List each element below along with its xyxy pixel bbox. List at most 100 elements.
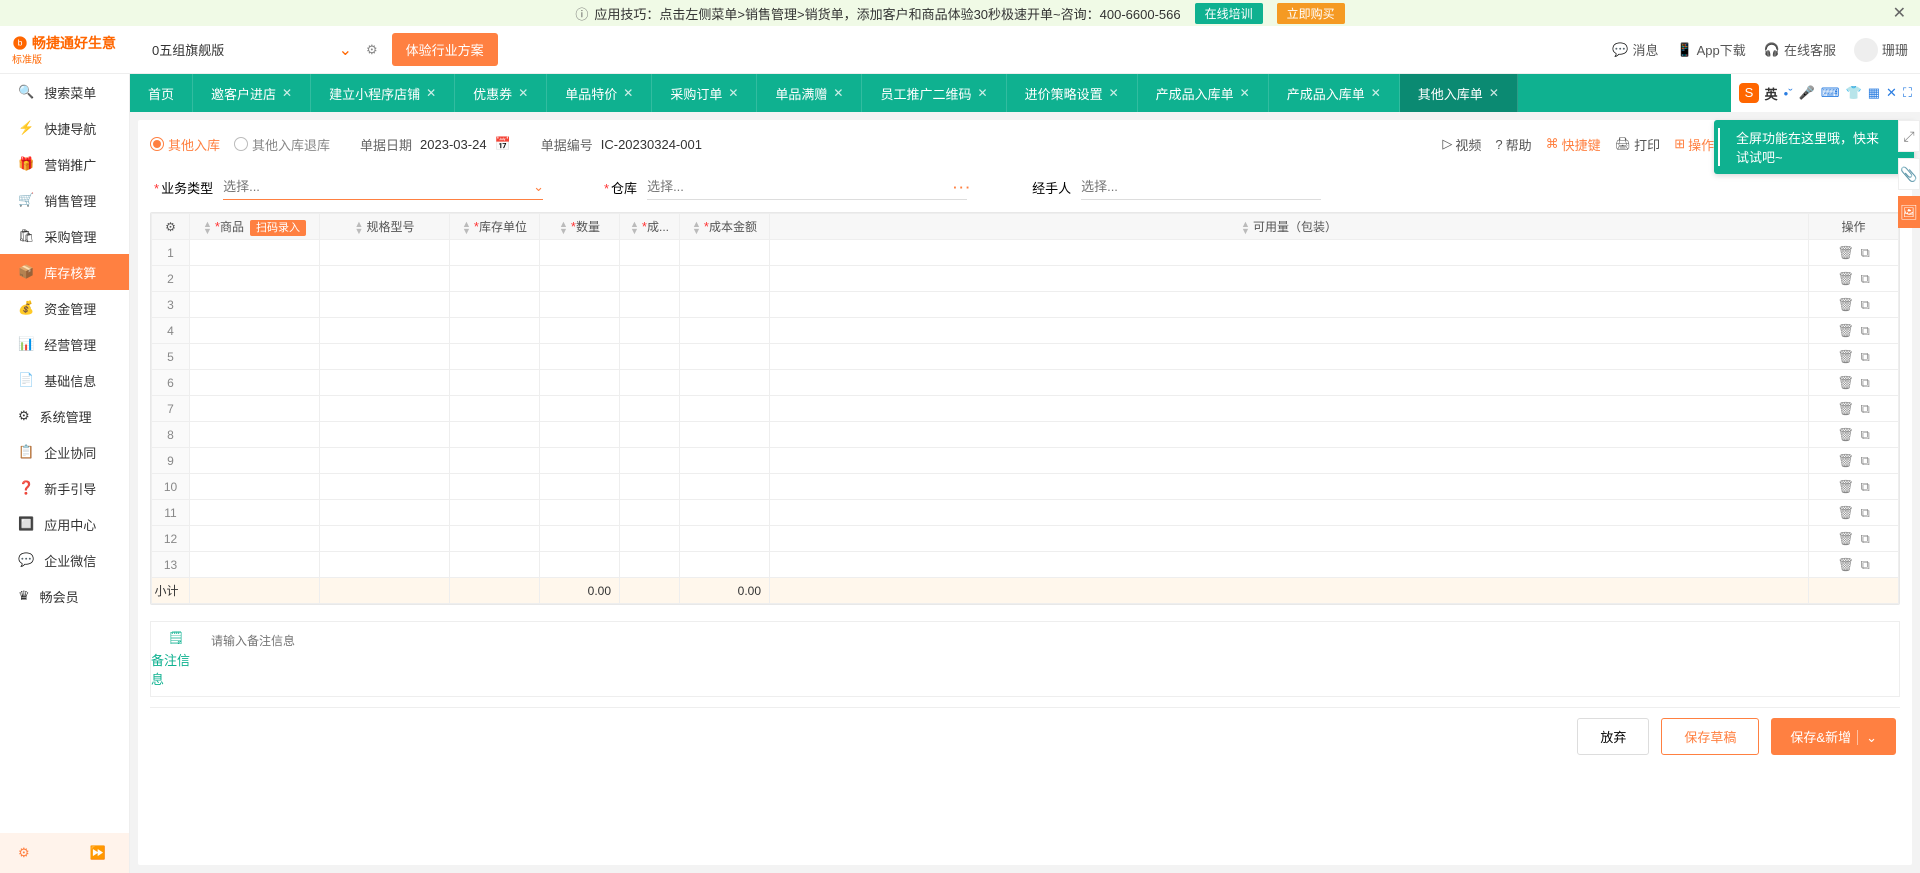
copy-icon[interactable]: ⧉ — [1860, 453, 1869, 468]
col-0[interactable]: ▲▼*商品扫码录入 — [190, 214, 320, 240]
org-select[interactable]: 0五组旗舰版 ⌄ — [152, 40, 352, 60]
sidebar-item-sys[interactable]: ⚙系统管理 — [0, 398, 129, 434]
col-5[interactable]: ▲▼*成本金额 — [680, 214, 770, 240]
col-6[interactable]: ▲▼可用量（包装） — [770, 214, 1809, 240]
collapse-icon[interactable]: ⏩ — [90, 845, 106, 861]
delete-icon[interactable]: 🗑 — [1837, 245, 1854, 260]
radio-other-in[interactable]: 其他入库 — [150, 135, 220, 154]
tab-优惠券[interactable]: 优惠券✕ — [455, 74, 547, 112]
app-download-link[interactable]: 📱App下载 — [1676, 40, 1745, 59]
tab-首页[interactable]: 首页 — [130, 74, 193, 112]
copy-icon[interactable]: ⧉ — [1860, 349, 1869, 364]
scan-badge[interactable]: 扫码录入 — [250, 220, 306, 236]
copy-icon[interactable]: ⧉ — [1860, 531, 1869, 546]
table-row[interactable]: 12🗑 ⧉ — [152, 526, 1899, 552]
help-link[interactable]: ? 帮助 — [1495, 135, 1531, 154]
operator-input[interactable] — [1081, 174, 1321, 200]
delete-icon[interactable]: 🗑 — [1837, 271, 1854, 286]
tab-单品满赠[interactable]: 单品满赠✕ — [757, 74, 862, 112]
ops-button[interactable]: ⊞ 操作 — [1674, 135, 1714, 154]
copy-icon[interactable]: ⧉ — [1860, 427, 1869, 442]
copy-icon[interactable]: ⧉ — [1860, 505, 1869, 520]
rail-expand-icon[interactable]: ⤢ — [1898, 120, 1920, 152]
chevron-down-icon[interactable]: ⌄ — [1857, 730, 1877, 745]
ime-keyboard-icon[interactable]: ⌨ — [1821, 85, 1840, 101]
sidebar-item-gift[interactable]: 🎁营销推广 — [0, 146, 129, 182]
ime-mic-icon[interactable]: 🎤 — [1799, 85, 1815, 101]
col-2[interactable]: ▲▼*库存单位 — [450, 214, 540, 240]
sidebar-item-bag[interactable]: 🛍采购管理 — [0, 218, 129, 254]
sidebar-item-cart[interactable]: 🛒销售管理 — [0, 182, 129, 218]
sidebar-item-doc[interactable]: 📋企业协同 — [0, 434, 129, 470]
delete-icon[interactable]: 🗑 — [1837, 375, 1854, 390]
tab-close-icon[interactable]: ✕ — [623, 86, 633, 100]
copy-icon[interactable]: ⧉ — [1860, 401, 1869, 416]
col-3[interactable]: ▲▼*数量 — [540, 214, 620, 240]
delete-icon[interactable]: 🗑 — [1837, 531, 1854, 546]
rail-image-icon[interactable]: 🖼 — [1898, 196, 1920, 228]
sidebar-item-box[interactable]: 📦库存核算 — [0, 254, 129, 290]
tab-进价策略设置[interactable]: 进价策略设置✕ — [1007, 74, 1138, 112]
sidebar-item-vip[interactable]: ♛畅会员 — [0, 578, 129, 614]
tab-采购订单[interactable]: 采购订单✕ — [652, 74, 757, 112]
ime-skin-icon[interactable]: 👕 — [1846, 85, 1862, 101]
gear-icon[interactable]: ⚙ — [366, 42, 378, 58]
sidebar-item-bolt[interactable]: ⚡快捷导航 — [0, 110, 129, 146]
notice-close-icon[interactable]: ✕ — [1893, 3, 1906, 23]
col-gear[interactable]: ⚙ — [152, 214, 190, 240]
table-row[interactable]: 2🗑 ⧉ — [152, 266, 1899, 292]
train-button[interactable]: 在线培训 — [1195, 3, 1263, 24]
more-icon[interactable]: ··· — [953, 180, 972, 195]
messages-link[interactable]: 💬消息 — [1612, 40, 1658, 59]
sidebar-item-money[interactable]: 💰资金管理 — [0, 290, 129, 326]
copy-icon[interactable]: ⧉ — [1860, 245, 1869, 260]
save-draft-button[interactable]: 保存草稿 — [1661, 718, 1759, 755]
sidebar-item-search[interactable]: 🔍搜索菜单 — [0, 74, 129, 110]
table-row[interactable]: 3🗑 ⧉ — [152, 292, 1899, 318]
tab-close-icon[interactable]: ✕ — [728, 86, 738, 100]
date-value[interactable]: 2023-03-24 — [420, 137, 487, 152]
tab-建立小程序店铺[interactable]: 建立小程序店铺✕ — [311, 74, 455, 112]
customer-service-link[interactable]: 🎧在线客服 — [1764, 40, 1836, 59]
tab-close-icon[interactable]: ✕ — [518, 86, 528, 100]
delete-icon[interactable]: 🗑 — [1837, 557, 1854, 572]
gear-icon[interactable]: ⚙ — [18, 845, 30, 861]
tab-close-icon[interactable]: ✕ — [282, 86, 292, 100]
table-row[interactable]: 7🗑 ⧉ — [152, 396, 1899, 422]
remark-input[interactable] — [201, 622, 1899, 674]
sidebar-item-info[interactable]: 📄基础信息 — [0, 362, 129, 398]
table-row[interactable]: 1🗑 ⧉ — [152, 240, 1899, 266]
delete-icon[interactable]: 🗑 — [1837, 453, 1854, 468]
chevron-down-icon[interactable]: ⌄ — [533, 179, 544, 195]
table-row[interactable]: 10🗑 ⧉ — [152, 474, 1899, 500]
copy-icon[interactable]: ⧉ — [1860, 479, 1869, 494]
copy-icon[interactable]: ⧉ — [1860, 557, 1869, 572]
delete-icon[interactable]: 🗑 — [1837, 505, 1854, 520]
copy-icon[interactable]: ⧉ — [1860, 271, 1869, 286]
calendar-icon[interactable]: 📅 — [495, 136, 511, 152]
table-row[interactable]: 6🗑 ⧉ — [152, 370, 1899, 396]
copy-icon[interactable]: ⧉ — [1860, 323, 1869, 338]
buy-button[interactable]: 立即购买 — [1277, 3, 1345, 24]
discard-button[interactable]: 放弃 — [1577, 718, 1649, 755]
sidebar-item-chat[interactable]: 💬企业微信 — [0, 542, 129, 578]
delete-icon[interactable]: 🗑 — [1837, 297, 1854, 312]
tab-close-icon[interactable]: ✕ — [1489, 86, 1499, 100]
copy-icon[interactable]: ⧉ — [1860, 297, 1869, 312]
ime-dot-icon[interactable]: •ˇ — [1784, 86, 1793, 101]
copy-icon[interactable]: ⧉ — [1860, 375, 1869, 390]
tab-邀客户进店[interactable]: 邀客户进店✕ — [193, 74, 311, 112]
rail-attach-icon[interactable]: 📎 — [1898, 158, 1920, 190]
col-1[interactable]: ▲▼规格型号 — [320, 214, 450, 240]
tab-close-icon[interactable]: ✕ — [1240, 86, 1250, 100]
table-row[interactable]: 13🗑 ⧉ — [152, 552, 1899, 578]
ime-close-icon[interactable]: ✕ — [1886, 85, 1897, 101]
sidebar-item-app[interactable]: 🔲应用中心 — [0, 506, 129, 542]
tab-产成品入库单[interactable]: 产成品入库单✕ — [1269, 74, 1400, 112]
tab-close-icon[interactable]: ✕ — [1371, 86, 1381, 100]
video-link[interactable]: ▷ 视频 — [1442, 135, 1481, 154]
table-row[interactable]: 11🗑 ⧉ — [152, 500, 1899, 526]
save-new-button[interactable]: 保存&新增⌄ — [1771, 718, 1896, 755]
table-row[interactable]: 9🗑 ⧉ — [152, 448, 1899, 474]
ime-lang[interactable]: 英 — [1765, 84, 1778, 103]
